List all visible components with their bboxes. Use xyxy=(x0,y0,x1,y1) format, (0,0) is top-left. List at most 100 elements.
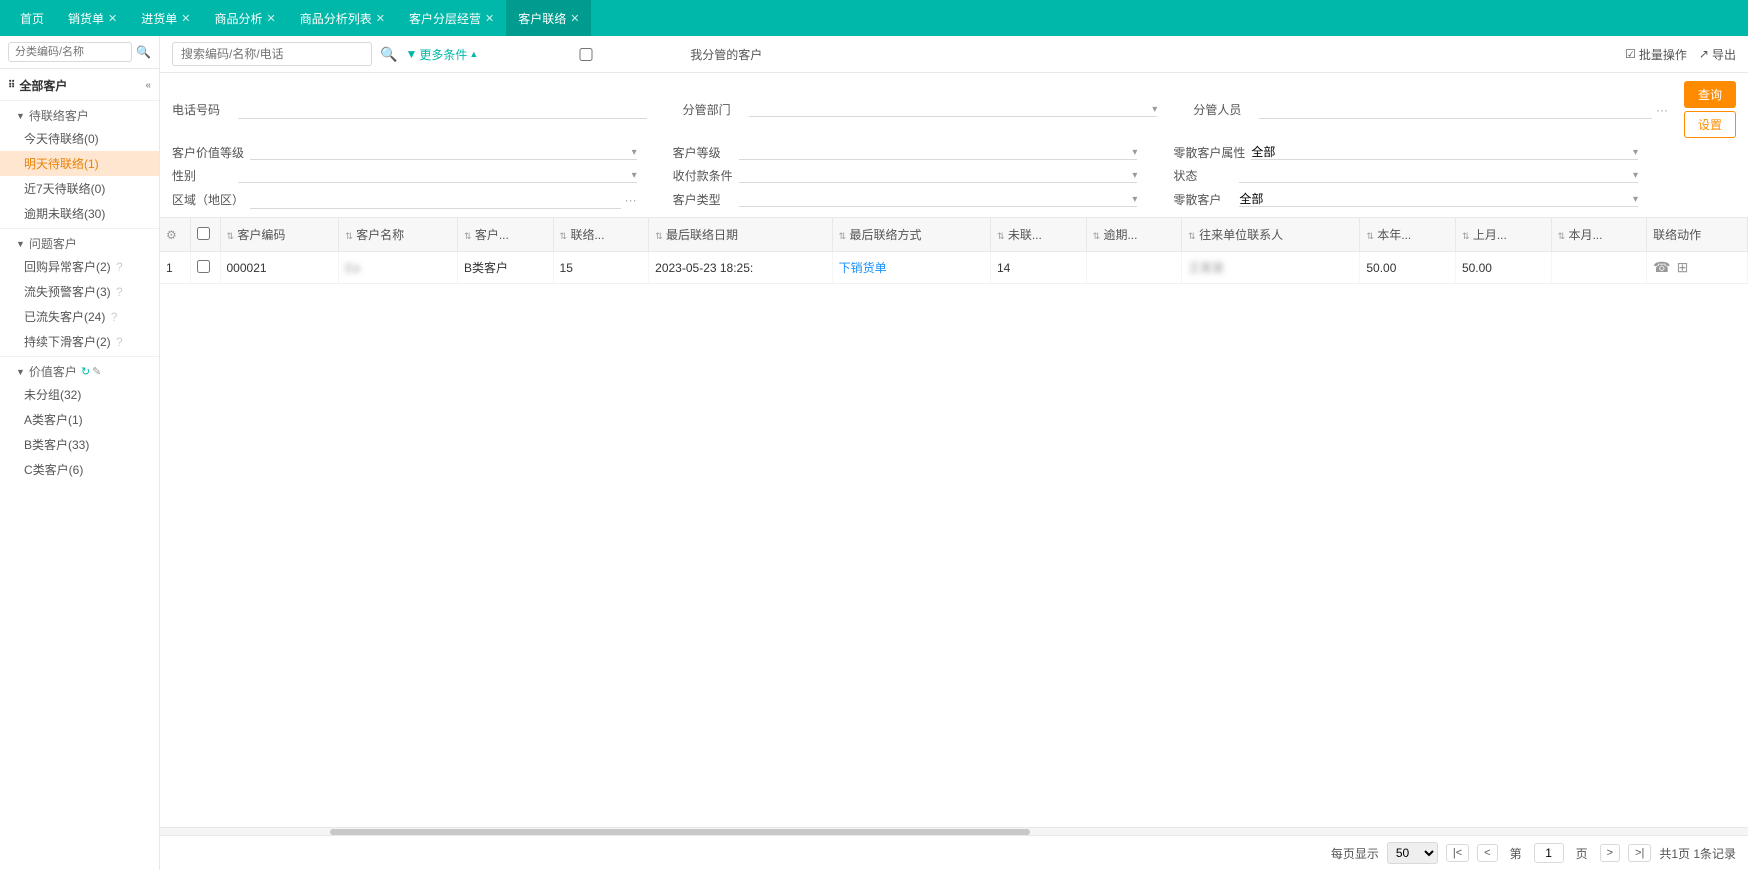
filter-panel: 电话号码 分管部门 ▾ 分管人员 ··· xyxy=(160,73,1748,218)
collapse-icon[interactable]: « xyxy=(145,80,151,91)
sidebar-pending-contact-header[interactable]: ▼ 待联络客户 xyxy=(0,103,159,126)
td-last-contact-method[interactable]: 下销货单 xyxy=(832,252,990,284)
batch-operate-button[interactable]: ☑ 批量操作 xyxy=(1625,46,1687,63)
more-filter-button[interactable]: ▼ 更多条件 ▲ xyxy=(405,46,478,63)
search-input[interactable] xyxy=(172,42,372,66)
edit-icon[interactable]: ✎ xyxy=(92,365,101,378)
gender-select[interactable] xyxy=(238,168,632,182)
first-page-button[interactable]: |< xyxy=(1446,844,1469,862)
gear-icon[interactable]: ⚙ xyxy=(166,228,177,242)
more-icon[interactable]: ··· xyxy=(1656,103,1668,117)
last-page-button[interactable]: >| xyxy=(1628,844,1651,862)
nav-sales[interactable]: 销货单 ✕ xyxy=(56,0,129,36)
sidebar-class-b[interactable]: B类客户(33) xyxy=(0,432,159,457)
sidebar-problem-customers-header[interactable]: ▼ 问题客户 xyxy=(0,231,159,254)
status-select[interactable] xyxy=(1239,168,1633,182)
sidebar-class-c[interactable]: C类客户(6) xyxy=(0,457,159,482)
sidebar-today-contact[interactable]: 今天待联络(0) xyxy=(0,126,159,151)
th-action: 联络动作 xyxy=(1647,218,1748,252)
right-actions: ☑ 批量操作 ↗ 导出 xyxy=(1625,46,1736,63)
sidebar-continuous-decline[interactable]: 持续下滑客户(2) ? xyxy=(0,329,159,354)
td-overdue xyxy=(1086,252,1182,284)
sidebar-overdue-contact[interactable]: 逾期未联络(30) xyxy=(0,201,159,226)
table-row: 1 000021 Ea B类客户 15 2023-05-23 18:25: 下销… xyxy=(160,252,1748,284)
th-code[interactable]: ⇅ 客户编码 xyxy=(220,218,339,252)
nav-customer-segment[interactable]: 客户分层经营 ✕ xyxy=(397,0,506,36)
search-button[interactable]: 🔍 xyxy=(380,46,397,63)
sidebar-repurchase-abnormal[interactable]: 回购异常客户(2) ? xyxy=(0,254,159,279)
th-category[interactable]: ⇅ 客户... xyxy=(457,218,553,252)
phone-label: 电话号码 xyxy=(172,101,232,118)
sidebar-unclassified[interactable]: 未分组(32) xyxy=(0,382,159,407)
customer-grade-select[interactable] xyxy=(739,145,1133,159)
person-label: 分管人员 xyxy=(1193,101,1253,118)
sidebar-loss-risk[interactable]: 流失预警客户(3) ? xyxy=(0,279,159,304)
th-name[interactable]: ⇅ 客户名称 xyxy=(339,218,458,252)
nav-home[interactable]: 首页 xyxy=(8,0,56,36)
refresh-icon[interactable]: ↻ xyxy=(81,365,90,378)
td-last-contact-date: 2023-05-23 18:25: xyxy=(649,252,832,284)
query-button[interactable]: 查询 xyxy=(1684,81,1736,108)
sidebar-class-a[interactable]: A类客户(1) xyxy=(0,407,159,432)
nav-customer-contact[interactable]: 客户联络 ✕ xyxy=(506,0,591,36)
th-contact[interactable]: ⇅ 联络... xyxy=(553,218,649,252)
nav-goods-list-close[interactable]: ✕ xyxy=(376,12,385,25)
payment-select[interactable] xyxy=(739,168,1133,182)
retail-attr-select[interactable]: 全部 xyxy=(1251,145,1633,159)
nav-goods-close[interactable]: ✕ xyxy=(267,12,276,25)
question-icon: ? xyxy=(116,260,123,274)
region-more-icon[interactable]: ··· xyxy=(625,193,637,207)
chevron-down-icon3: ▾ xyxy=(1132,147,1137,158)
unit-contact-blurred: 王某某 xyxy=(1188,259,1224,276)
nav-segment-close[interactable]: ✕ xyxy=(485,12,494,25)
more-action-icon[interactable]: ⊞ xyxy=(1677,259,1689,276)
nav-purchase[interactable]: 进货单 ✕ xyxy=(129,0,202,36)
customer-value-wrapper: ▾ xyxy=(250,145,637,160)
my-customers-checkbox-label[interactable]: 我分管的客户 xyxy=(486,46,762,63)
sidebar-tomorrow-contact[interactable]: 明天待联络(1) xyxy=(0,151,159,176)
td-code: 000021 xyxy=(220,252,339,284)
sidebar-search-icon[interactable]: 🔍 xyxy=(136,45,151,59)
page-size-select[interactable]: 10 20 50 100 xyxy=(1387,842,1438,864)
nav-sales-close[interactable]: ✕ xyxy=(108,12,117,25)
th-overdue[interactable]: ⇅ 逾期... xyxy=(1086,218,1182,252)
th-this-year[interactable]: ⇅ 本年... xyxy=(1360,218,1456,252)
nav-contact-close[interactable]: ✕ xyxy=(570,12,579,25)
prev-page-button[interactable]: < xyxy=(1477,844,1497,862)
person-input[interactable] xyxy=(1259,100,1652,119)
th-last-contact-method[interactable]: ⇅ 最后联络方式 xyxy=(832,218,990,252)
customer-value-select[interactable] xyxy=(250,145,632,159)
sidebar-value-customers-header[interactable]: ▼ 价值客户 ↻ ✎ xyxy=(0,359,159,382)
my-customers-checkbox[interactable] xyxy=(486,48,686,61)
export-button[interactable]: ↗ 导出 xyxy=(1699,46,1736,63)
row-checkbox[interactable] xyxy=(197,260,210,273)
customer-type-wrapper: ▾ xyxy=(739,192,1138,207)
scrollbar-thumb[interactable] xyxy=(330,829,1030,835)
th-this-month[interactable]: ⇅ 本月... xyxy=(1551,218,1647,252)
dept-select[interactable] xyxy=(749,102,1153,116)
customer-type-select[interactable] xyxy=(739,192,1133,206)
th-unit-contact[interactable]: ⇅ 往来单位联系人 xyxy=(1182,218,1360,252)
next-page-button[interactable]: > xyxy=(1600,844,1620,862)
sidebar-recent7-contact[interactable]: 近7天待联络(0) xyxy=(0,176,159,201)
sidebar-already-lost[interactable]: 已流失客户(24) ? xyxy=(0,304,159,329)
sidebar-search-input[interactable] xyxy=(8,42,132,62)
phone-action-icon[interactable]: ☎ xyxy=(1653,259,1670,276)
nav-goods-analysis-list[interactable]: 商品分析列表 ✕ xyxy=(288,0,397,36)
chevron-down-icon9: ▾ xyxy=(1633,194,1638,205)
nav-purchase-close[interactable]: ✕ xyxy=(181,12,190,25)
nav-goods-analysis[interactable]: 商品分析 ✕ xyxy=(202,0,287,36)
th-no-contact[interactable]: ⇅ 未联... xyxy=(990,218,1086,252)
phone-input[interactable] xyxy=(238,100,647,119)
select-all-checkbox[interactable] xyxy=(197,227,210,240)
retail-customer-select[interactable]: 全部 xyxy=(1239,192,1633,206)
sidebar-all-customers[interactable]: ⠿ 全部客户 « xyxy=(0,73,159,98)
horizontal-scrollbar[interactable] xyxy=(160,827,1748,835)
setting-button[interactable]: 设置 xyxy=(1684,111,1736,138)
page-input[interactable] xyxy=(1534,843,1564,863)
region-input[interactable] xyxy=(250,190,621,209)
th-last-contact-date[interactable]: ⇅ 最后联络日期 xyxy=(649,218,832,252)
payment-label: 收付款条件 xyxy=(673,167,733,184)
sort-icon5: ⇅ xyxy=(655,231,663,241)
th-last-month[interactable]: ⇅ 上月... xyxy=(1455,218,1551,252)
